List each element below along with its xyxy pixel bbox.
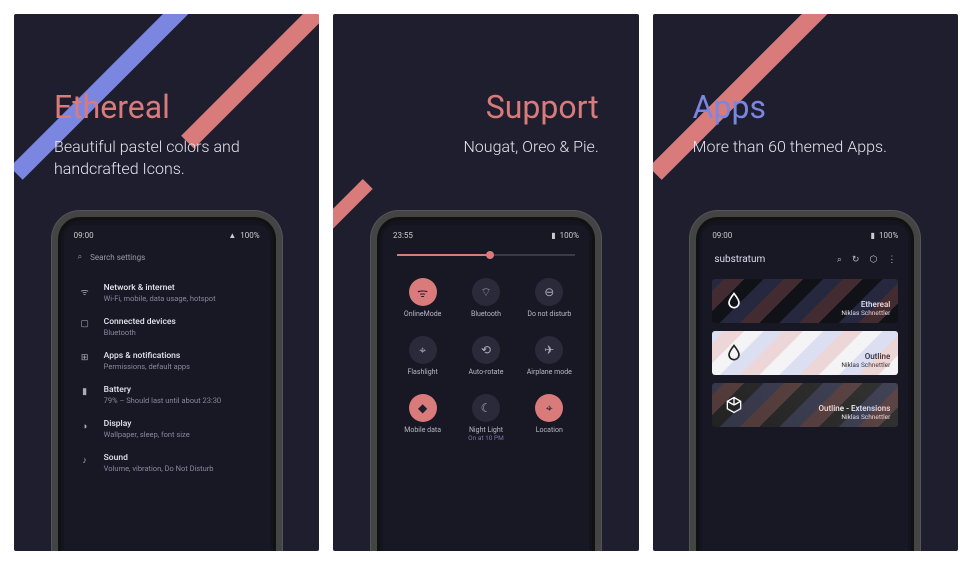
phone-frame: 09:00 ▲ 100% ⌕ Search settings ᯤNetwork …	[52, 211, 282, 551]
rotate-icon: ⟲	[472, 336, 500, 364]
promo-panel-ethereal: Ethereal Beautiful pastel colors and han…	[14, 14, 319, 551]
status-bar: 23:55 ▮ 100%	[383, 225, 589, 244]
panel-heading: Support Nougat, Oreo & Pie.	[463, 88, 598, 158]
phone-frame: 23:55 ▮ 100% ᯤOnlineMode ⌔Bluetooth ⊖Do …	[371, 211, 601, 551]
apps-icon: ⊞	[78, 351, 92, 363]
app-header: substratum ⌕ ↻ ⬡ ⋮	[702, 244, 908, 279]
panel-heading: Ethereal Beautiful pastel colors and han…	[54, 88, 289, 179]
theme-card[interactable]: EtherealNiklas Schnettler	[712, 279, 898, 323]
qs-toggle[interactable]: ⟲Auto-rotate	[454, 330, 517, 382]
airplane-icon: ✈	[535, 336, 563, 364]
status-time: 09:00	[74, 231, 94, 240]
flashlight-icon: ⌖	[409, 336, 437, 364]
qs-toggle[interactable]: ✈Airplane mode	[518, 330, 581, 382]
panel-title: Support	[463, 88, 598, 126]
status-right: ▲ 100%	[228, 231, 259, 240]
qs-toggle[interactable]: ☾Night LightOn at 10 PM	[454, 388, 517, 448]
status-bar: 09:00 ▲ 100%	[64, 225, 270, 244]
phone-screen-quicksettings: 23:55 ▮ 100% ᯤOnlineMode ⌔Bluetooth ⊖Do …	[383, 225, 589, 551]
restore-icon[interactable]: ↻	[852, 255, 860, 265]
status-right: ▮ 100%	[871, 231, 899, 240]
search-placeholder: Search settings	[90, 253, 145, 262]
setting-row[interactable]: ▮Battery79% – Should last until about 23…	[64, 378, 270, 412]
qs-toggle[interactable]: ⌖Flashlight	[391, 330, 454, 382]
slider-knob[interactable]	[486, 251, 494, 259]
wifi-icon: ᯤ	[78, 283, 92, 298]
setting-row[interactable]: ▢Connected devicesBluetooth	[64, 310, 270, 344]
qs-toggle[interactable]: ◆Mobile data	[391, 388, 454, 448]
drop-icon	[724, 343, 744, 363]
nightlight-icon: ☾	[472, 394, 500, 422]
brightness-slider[interactable]	[397, 254, 575, 256]
shop-icon[interactable]: ⬡	[869, 255, 877, 265]
promo-panel-support: Support Nougat, Oreo & Pie. 23:55 ▮ 100%…	[333, 14, 638, 551]
setting-row[interactable]: ♪SoundVolume, vibration, Do Not Disturb	[64, 446, 270, 480]
phone-screen-substratum: 09:00 ▮ 100% substratum ⌕ ↻ ⬡ ⋮ Ethereal…	[702, 225, 908, 551]
status-right: ▮ 100%	[551, 231, 579, 240]
devices-icon: ▢	[78, 317, 92, 329]
cube-icon	[724, 395, 744, 415]
phone-screen-settings: 09:00 ▲ 100% ⌕ Search settings ᯤNetwork …	[64, 225, 270, 551]
status-bar: 09:00 ▮ 100%	[702, 225, 908, 244]
battery-icon: ▮	[78, 385, 92, 397]
setting-row[interactable]: ◑DisplayWallpaper, sleep, font size	[64, 412, 270, 446]
status-time: 09:00	[712, 231, 732, 240]
location-icon: ⌖	[535, 394, 563, 422]
search-icon: ⌕	[78, 252, 82, 262]
phone-frame: 09:00 ▮ 100% substratum ⌕ ↻ ⬡ ⋮ Ethereal…	[690, 211, 920, 551]
search-row[interactable]: ⌕ Search settings	[64, 244, 270, 276]
data-icon: ◆	[409, 394, 437, 422]
display-icon: ◑	[78, 419, 92, 432]
panel-subtitle: Beautiful pastel colors and handcrafted …	[54, 136, 289, 179]
theme-card[interactable]: OutlineNiklas Schnettler	[712, 331, 898, 375]
bluetooth-icon: ⌔	[472, 278, 500, 306]
promo-panel-apps: Apps More than 60 themed Apps. 09:00 ▮ 1…	[653, 14, 958, 551]
qs-toggle[interactable]: ᯤOnlineMode	[391, 272, 454, 324]
qs-grid: ᯤOnlineMode ⌔Bluetooth ⊖Do not disturb ⌖…	[383, 272, 589, 448]
setting-row[interactable]: ᯤNetwork & internetWi-Fi, mobile, data u…	[64, 276, 270, 310]
drop-icon	[724, 291, 744, 311]
search-icon[interactable]: ⌕	[837, 255, 842, 265]
theme-card[interactable]: Outline - ExtensionsNiklas Schnettler	[712, 383, 898, 427]
status-time: 23:55	[393, 231, 413, 240]
panel-subtitle: More than 60 themed Apps.	[693, 136, 928, 158]
setting-row[interactable]: ⊞Apps & notificationsPermissions, defaul…	[64, 344, 270, 378]
diagonal-stripe	[333, 179, 373, 384]
panel-title: Ethereal	[54, 88, 289, 126]
panel-heading: Apps More than 60 themed Apps.	[693, 88, 928, 158]
wifi-icon: ᯤ	[409, 278, 437, 306]
panel-title: Apps	[693, 88, 928, 126]
sound-icon: ♪	[78, 453, 92, 466]
panel-subtitle: Nougat, Oreo & Pie.	[463, 136, 598, 158]
overflow-icon[interactable]: ⋮	[887, 255, 896, 265]
dnd-icon: ⊖	[535, 278, 563, 306]
qs-toggle[interactable]: ⌔Bluetooth	[454, 272, 517, 324]
app-title: substratum	[714, 254, 765, 265]
qs-toggle[interactable]: ⊖Do not disturb	[518, 272, 581, 324]
header-actions: ⌕ ↻ ⬡ ⋮	[837, 255, 896, 265]
qs-toggle[interactable]: ⌖Location	[518, 388, 581, 448]
